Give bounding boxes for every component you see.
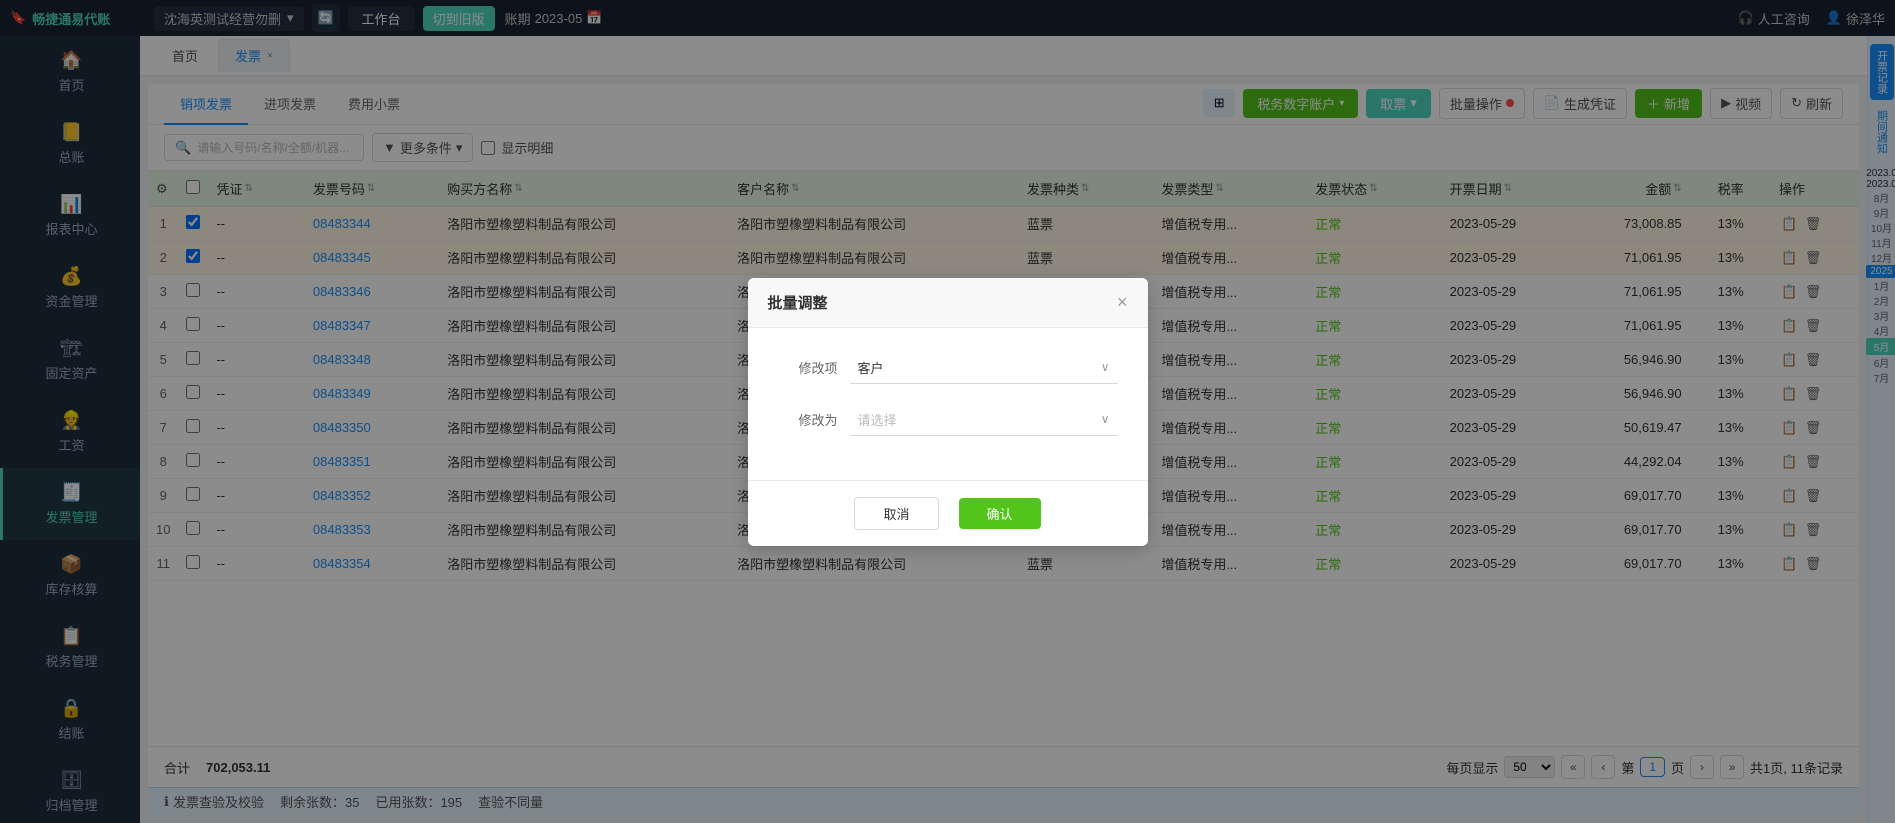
confirm-button[interactable]: 确认	[959, 498, 1041, 529]
modal-row-change-to: 修改为 请选择 ∨	[778, 404, 1118, 436]
cancel-button[interactable]: 取消	[854, 497, 938, 530]
modal-footer: 取消 确认	[748, 480, 1148, 546]
modal-title: 批量调整	[768, 292, 828, 313]
change-to-label: 修改为	[778, 410, 838, 429]
field-select[interactable]: 客户 ∨	[850, 352, 1118, 384]
change-to-select[interactable]: 请选择 ∨	[850, 404, 1118, 436]
modal-body: 修改项 客户 ∨ 修改为 请选择 ∨	[748, 328, 1148, 480]
field-chevron-icon: ∨	[1101, 360, 1110, 374]
field-label: 修改项	[778, 358, 838, 377]
modal-close-button[interactable]: ×	[1117, 292, 1128, 313]
batch-adjust-modal: 批量调整 × 修改项 客户 ∨ 修改为 请选择 ∨ 取消 确认	[748, 278, 1148, 546]
change-to-chevron-icon: ∨	[1101, 412, 1110, 426]
modal-row-field: 修改项 客户 ∨	[778, 352, 1118, 384]
modal-header: 批量调整 ×	[748, 278, 1148, 328]
modal-overlay: 批量调整 × 修改项 客户 ∨ 修改为 请选择 ∨ 取消 确认	[0, 0, 1895, 823]
